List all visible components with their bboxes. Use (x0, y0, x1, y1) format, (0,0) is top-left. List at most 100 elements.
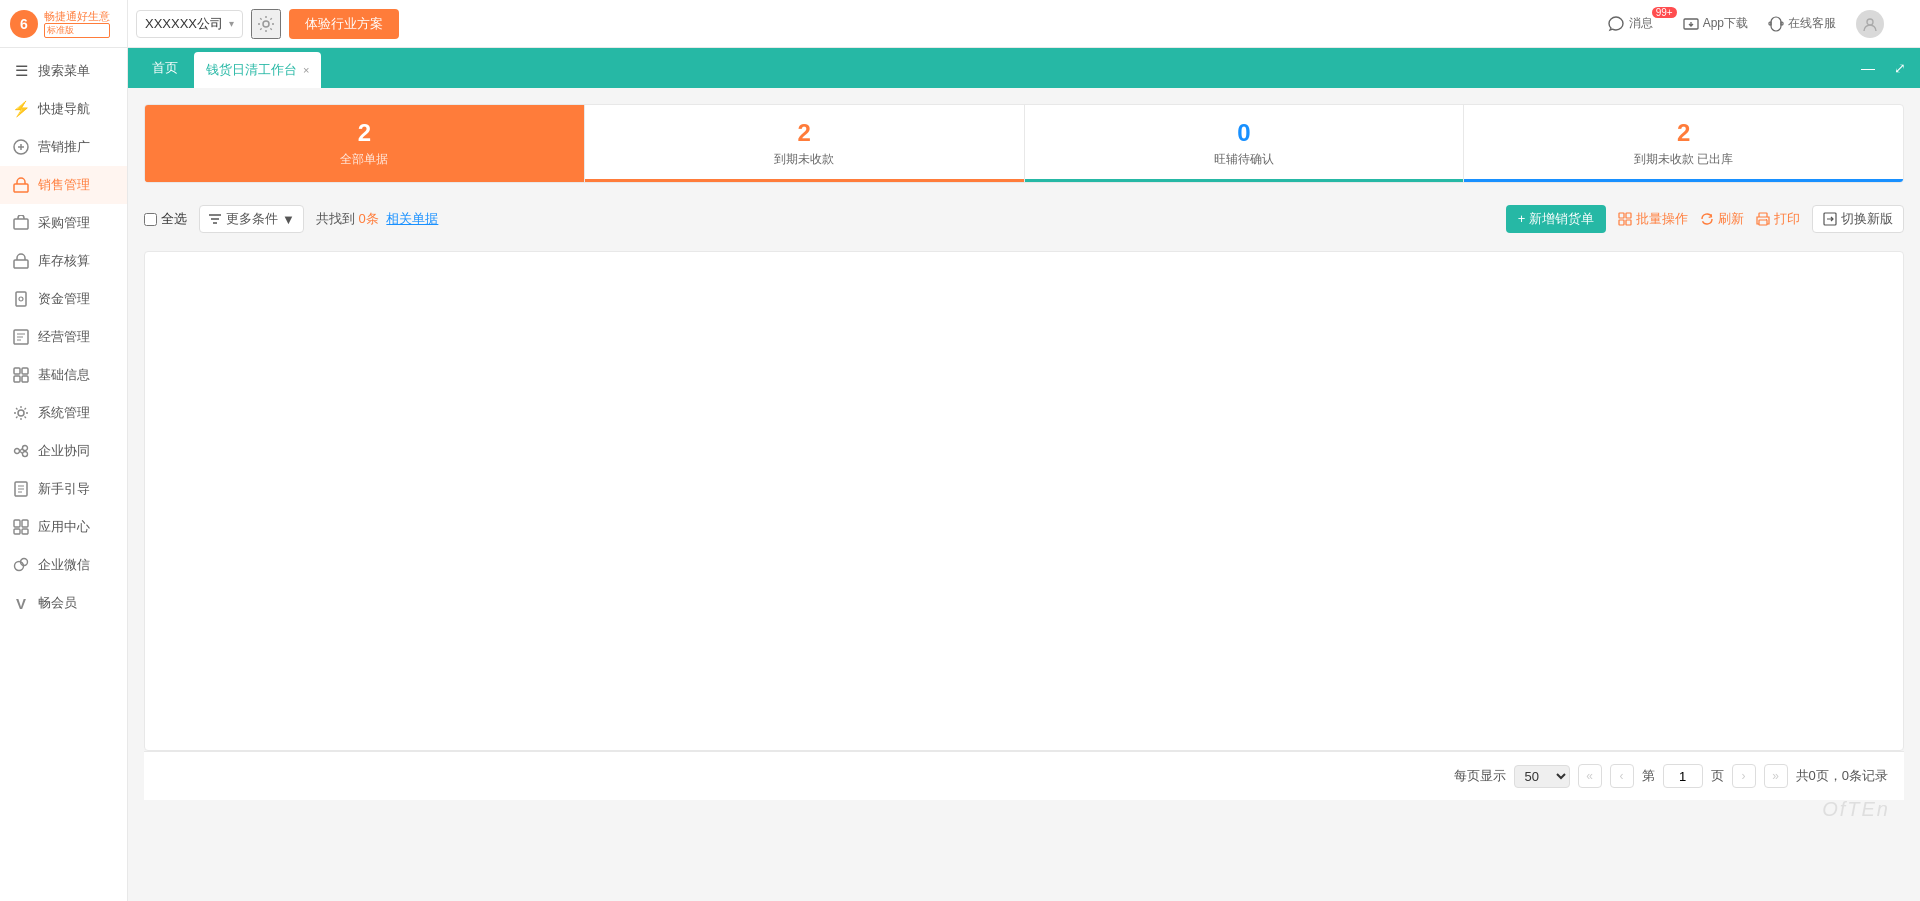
sidebar-item-label: 系统管理 (38, 404, 90, 422)
svg-rect-30 (1759, 220, 1767, 225)
sidebar-item-app-center[interactable]: 应用中心 (0, 508, 127, 546)
online-service-label: 在线客服 (1788, 15, 1836, 32)
svg-rect-18 (14, 529, 20, 534)
marketing-icon (12, 138, 30, 156)
system-icon (12, 404, 30, 422)
sidebar: 6 畅捷通好生意 标准版 ☰ 搜索菜单 ⚡ 快捷导航 营销推广 (0, 0, 128, 901)
svg-point-20 (15, 562, 24, 571)
print-button[interactable]: 打印 (1756, 210, 1800, 228)
sidebar-item-label: 库存核算 (38, 252, 90, 270)
online-service-item[interactable]: 在线客服 (1768, 15, 1836, 32)
sidebar-item-finance[interactable]: 资金管理 (0, 280, 127, 318)
wechat-icon (12, 556, 30, 574)
tab-maximize-button[interactable]: ⤢ (1888, 56, 1912, 80)
refresh-button[interactable]: 刷新 (1700, 210, 1744, 228)
sidebar-item-label: 企业微信 (38, 556, 90, 574)
tab-active-work[interactable]: 钱货日清工作台 × (194, 52, 321, 88)
sidebar-item-label: 经营管理 (38, 328, 90, 346)
member-icon: V (12, 594, 30, 612)
inventory-icon (12, 252, 30, 270)
last-page-button[interactable]: » (1764, 764, 1788, 788)
sidebar-item-guide[interactable]: 新手引导 (0, 470, 127, 508)
page-number-input[interactable] (1663, 764, 1703, 788)
stat-card-wangwang[interactable]: 0 旺辅待确认 (1025, 105, 1465, 182)
top-header: XXXXXX公司 ▾ 体验行业方案 消息 99+ App下载 (0, 0, 1920, 48)
stat-card-overdue-unshipped[interactable]: 2 到期未收款 已出库 (1464, 105, 1903, 182)
avatar[interactable] (1856, 10, 1884, 38)
sidebar-item-label: 新手引导 (38, 480, 90, 498)
sidebar-item-label: 资金管理 (38, 290, 90, 308)
tab-home[interactable]: 首页 (136, 48, 194, 88)
svg-point-24 (1867, 19, 1873, 25)
svg-rect-27 (1619, 220, 1624, 225)
app-download-item[interactable]: App下载 (1683, 15, 1748, 32)
current-page-prefix: 第 (1642, 767, 1655, 785)
stat-label-overdue: 到期未收款 (605, 151, 1004, 168)
stat-label-all: 全部单据 (165, 151, 564, 168)
toolbar-right: + 新增销货单 批量操作 刷新 (1506, 205, 1904, 233)
sidebar-item-wechat[interactable]: 企业微信 (0, 546, 127, 584)
svg-rect-7 (14, 368, 20, 374)
page-size-select[interactable]: 50 100 200 (1514, 765, 1570, 788)
stat-indicator-overdue (585, 179, 1024, 182)
app-center-icon (12, 518, 30, 536)
sidebar-item-sales[interactable]: 销售管理 (0, 166, 127, 204)
add-sales-order-button[interactable]: + 新增销货单 (1506, 205, 1606, 233)
tab-minimize-button[interactable]: — (1856, 56, 1880, 80)
first-page-button[interactable]: « (1578, 764, 1602, 788)
sidebar-item-member[interactable]: V 畅会员 (0, 584, 127, 622)
select-all-checkbox[interactable]: 全选 (144, 210, 187, 228)
quick-nav-icon: ⚡ (12, 100, 30, 118)
sidebar-item-inventory[interactable]: 库存核算 (0, 242, 127, 280)
sidebar-item-search[interactable]: ☰ 搜索菜单 (0, 52, 127, 90)
page-size-label: 每页显示 (1454, 767, 1506, 785)
stat-indicator-unshipped (1464, 179, 1903, 182)
message-icon-item[interactable]: 消息 99+ (1607, 15, 1663, 33)
svg-rect-17 (22, 520, 28, 527)
sidebar-item-label: 畅会员 (38, 594, 77, 612)
svg-point-13 (23, 446, 28, 451)
svg-rect-1 (14, 184, 28, 192)
tab-bar: 首页 钱货日清工作台 × — ⤢ (128, 48, 1920, 88)
stat-number-unshipped: 2 (1484, 119, 1883, 147)
operation-icon (12, 328, 30, 346)
sidebar-item-purchase[interactable]: 采购管理 (0, 204, 127, 242)
batch-operation-button[interactable]: 批量操作 (1618, 210, 1688, 228)
svg-rect-26 (1626, 213, 1631, 218)
filter-chevron: ▼ (282, 212, 295, 227)
tab-close-button[interactable]: × (303, 64, 309, 76)
company-selector[interactable]: XXXXXX公司 ▾ (136, 10, 243, 38)
stat-card-overdue-unpaid[interactable]: 2 到期未收款 (585, 105, 1025, 182)
message-label: 消息 (1629, 15, 1653, 32)
sidebar-item-quick-nav[interactable]: ⚡ 快捷导航 (0, 90, 127, 128)
stat-card-all[interactable]: 2 全部单据 (145, 105, 585, 182)
app-download-label: App下载 (1703, 15, 1748, 32)
batch-label: 批量操作 (1636, 210, 1688, 228)
prev-page-button[interactable]: ‹ (1610, 764, 1634, 788)
finance-icon (12, 290, 30, 308)
sidebar-item-enterprise[interactable]: 企业协同 (0, 432, 127, 470)
svg-point-14 (23, 452, 28, 457)
sidebar-item-system[interactable]: 系统管理 (0, 394, 127, 432)
sidebar-header: 6 畅捷通好生意 标准版 (0, 0, 127, 48)
sidebar-item-label: 应用中心 (38, 518, 90, 536)
sidebar-item-operation[interactable]: 经营管理 (0, 318, 127, 356)
switch-new-version-button[interactable]: 切换新版 (1812, 205, 1904, 233)
sidebar-item-label: 快捷导航 (38, 100, 90, 118)
next-page-button[interactable]: › (1732, 764, 1756, 788)
trial-industry-button[interactable]: 体验行业方案 (289, 9, 399, 39)
stats-row: 2 全部单据 2 到期未收款 0 旺辅待确认 2 到期未收款 已出库 (144, 104, 1904, 183)
settings-button[interactable] (251, 9, 281, 39)
svg-rect-8 (22, 368, 28, 374)
select-all-input[interactable] (144, 213, 157, 226)
found-count: 0条 (359, 211, 379, 226)
active-tab-label: 钱货日清工作台 (206, 61, 297, 79)
sidebar-item-basic-info[interactable]: 基础信息 (0, 356, 127, 394)
page-suffix: 页 (1711, 767, 1724, 785)
tab-controls: — ⤢ (1856, 56, 1912, 80)
filter-button[interactable]: 更多条件 ▼ (199, 205, 304, 233)
sidebar-item-marketing[interactable]: 营销推广 (0, 128, 127, 166)
sidebar-item-label: 基础信息 (38, 366, 90, 384)
company-dropdown-icon: ▾ (229, 18, 234, 29)
svg-rect-9 (14, 376, 20, 382)
